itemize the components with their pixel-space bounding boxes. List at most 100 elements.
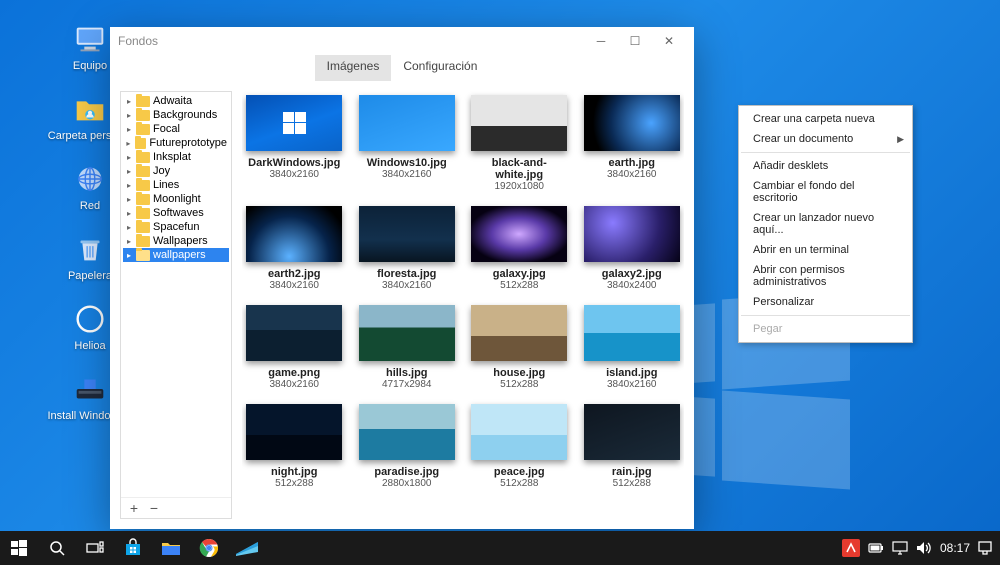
thumbnail-dimensions: 512x288: [469, 379, 570, 390]
thumbnail-dimensions: 3840x2400: [582, 280, 683, 291]
context-menu-item[interactable]: Crear una carpeta nueva: [739, 109, 912, 129]
folder-icon: [136, 180, 150, 191]
thumbnail-dimensions: 3840x2160: [357, 169, 458, 180]
thumbnail[interactable]: paradise.jpg2880x1800: [357, 404, 458, 489]
context-menu-item[interactable]: Crear un documento ▶: [739, 129, 912, 149]
sidebar-item-lines[interactable]: ▸Lines: [123, 178, 229, 192]
taskbar-clock[interactable]: 08:17: [940, 541, 970, 555]
task-view-button[interactable]: [76, 531, 114, 565]
close-button[interactable]: ✕: [652, 27, 686, 55]
folder-icon: [136, 250, 150, 261]
sidebar-item-futureprototype[interactable]: ▸Futureprototype: [123, 136, 229, 150]
battery-icon[interactable]: [868, 542, 884, 554]
sidebar-add-button[interactable]: +: [125, 500, 143, 516]
context-menu-item[interactable]: Cambiar el fondo del escritorio: [739, 176, 912, 208]
notifications-icon[interactable]: [978, 541, 992, 555]
thumbnail[interactable]: black-and-white.jpg1920x1080: [469, 95, 570, 192]
thumbnail[interactable]: Windows10.jpg3840x2160: [357, 95, 458, 192]
thumbnail-filename: Windows10.jpg: [357, 157, 458, 169]
thumbnail[interactable]: game.png3840x2160: [244, 305, 345, 390]
thumbnail-image: [359, 305, 455, 361]
gallery[interactable]: DarkWindows.jpg3840x2160Windows10.jpg384…: [242, 91, 684, 519]
thumbnail[interactable]: house.jpg512x288: [469, 305, 570, 390]
thumbnail-dimensions: 512x288: [582, 478, 683, 489]
sidebar-item-label: Spacefun: [153, 221, 199, 233]
thumbnail[interactable]: earth.jpg3840x2160: [582, 95, 683, 192]
sidebar-item-softwaves[interactable]: ▸Softwaves: [123, 206, 229, 220]
thumbnail[interactable]: rain.jpg512x288: [582, 404, 683, 489]
folder-icon: [136, 166, 150, 177]
tray-accent-icon[interactable]: [842, 539, 860, 557]
thumbnail-dimensions: 3840x2160: [582, 379, 683, 390]
submenu-arrow-icon: ▶: [897, 134, 904, 145]
menu-separator: [741, 152, 910, 153]
sidebar-remove-button[interactable]: −: [145, 500, 163, 516]
context-menu-label: Crear un lanzador nuevo aquí...: [753, 212, 888, 236]
sidebar-item-focal[interactable]: ▸Focal: [123, 122, 229, 136]
thumbnail-filename: galaxy2.jpg: [582, 268, 683, 280]
sidebar-item-wallpapers[interactable]: ▸wallpapers: [123, 248, 229, 262]
context-menu-item[interactable]: Abrir con permisos administrativos: [739, 260, 912, 292]
thumbnail[interactable]: hills.jpg4717x2984: [357, 305, 458, 390]
thumbnail-dimensions: 3840x2160: [357, 280, 458, 291]
sidebar-item-adwaita[interactable]: ▸Adwaita: [123, 94, 229, 108]
sidebar-item-inksplat[interactable]: ▸Inksplat: [123, 150, 229, 164]
thumbnail-filename: earth.jpg: [582, 157, 683, 169]
context-menu-label: Añadir desklets: [753, 160, 828, 172]
minimize-button[interactable]: ─: [584, 27, 618, 55]
expand-icon: ▸: [125, 111, 133, 120]
context-menu-item[interactable]: Abrir en un terminal: [739, 240, 912, 260]
context-menu-item[interactable]: Crear un lanzador nuevo aquí...: [739, 208, 912, 240]
context-menu-label: Crear un documento: [753, 133, 853, 145]
search-button[interactable]: [38, 531, 76, 565]
thumbnail-dimensions: 512x288: [469, 280, 570, 291]
volume-icon[interactable]: [916, 541, 932, 555]
taskbar: 08:17: [0, 531, 1000, 565]
thumbnail[interactable]: DarkWindows.jpg3840x2160: [244, 95, 345, 192]
thumbnail-filename: night.jpg: [244, 466, 345, 478]
context-menu-item[interactable]: Personalizar: [739, 292, 912, 312]
expand-icon: ▸: [125, 223, 133, 232]
thumbnail-image: [246, 206, 342, 262]
context-menu-label: Crear una carpeta nueva: [753, 113, 875, 125]
thumbnail-filename: black-and-white.jpg: [469, 157, 570, 181]
maximize-button[interactable]: ☐: [618, 27, 652, 55]
thumbnail[interactable]: island.jpg3840x2160: [582, 305, 683, 390]
folder-icon: [136, 236, 150, 247]
folder-icon: [136, 124, 150, 135]
titlebar[interactable]: Fondos ─ ☐ ✕: [110, 27, 694, 55]
thumbnail[interactable]: earth2.jpg3840x2160: [244, 206, 345, 291]
context-menu-label: Cambiar el fondo del escritorio: [753, 180, 888, 204]
app-icon[interactable]: [228, 531, 266, 565]
thumbnail[interactable]: floresta.jpg3840x2160: [357, 206, 458, 291]
thumbnail[interactable]: night.jpg512x288: [244, 404, 345, 489]
sidebar-item-wallpapers[interactable]: ▸Wallpapers: [123, 234, 229, 248]
chrome-icon[interactable]: [190, 531, 228, 565]
thumbnail-image: [246, 404, 342, 460]
file-explorer-icon[interactable]: [152, 531, 190, 565]
sidebar: ▸Adwaita▸Backgrounds▸Focal▸Futureprototy…: [120, 91, 232, 519]
tab-config[interactable]: Configuración: [391, 55, 489, 81]
tab-images[interactable]: Imágenes: [315, 55, 392, 81]
fondos-window: Fondos ─ ☐ ✕ Imágenes Configuración ▸Adw…: [110, 27, 694, 529]
thumbnail-filename: game.png: [244, 367, 345, 379]
start-button[interactable]: [0, 531, 38, 565]
sidebar-item-moonlight[interactable]: ▸Moonlight: [123, 192, 229, 206]
context-menu-item[interactable]: Añadir desklets: [739, 156, 912, 176]
context-menu-label: Pegar: [753, 323, 782, 335]
thumbnail-dimensions: 3840x2160: [244, 169, 345, 180]
thumbnail-dimensions: 512x288: [469, 478, 570, 489]
thumbnail[interactable]: galaxy2.jpg3840x2400: [582, 206, 683, 291]
thumbnail[interactable]: galaxy.jpg512x288: [469, 206, 570, 291]
thumbnail-image: [359, 95, 455, 151]
display-icon[interactable]: [892, 541, 908, 555]
sidebar-item-joy[interactable]: ▸Joy: [123, 164, 229, 178]
expand-icon: ▸: [125, 97, 133, 106]
thumbnail-filename: paradise.jpg: [357, 466, 458, 478]
context-menu-label: Abrir en un terminal: [753, 244, 849, 256]
thumbnail[interactable]: peace.jpg512x288: [469, 404, 570, 489]
thumbnail-filename: peace.jpg: [469, 466, 570, 478]
sidebar-item-spacefun[interactable]: ▸ Spacefun: [123, 220, 229, 234]
store-icon[interactable]: [114, 531, 152, 565]
sidebar-item-backgrounds[interactable]: ▸Backgrounds: [123, 108, 229, 122]
